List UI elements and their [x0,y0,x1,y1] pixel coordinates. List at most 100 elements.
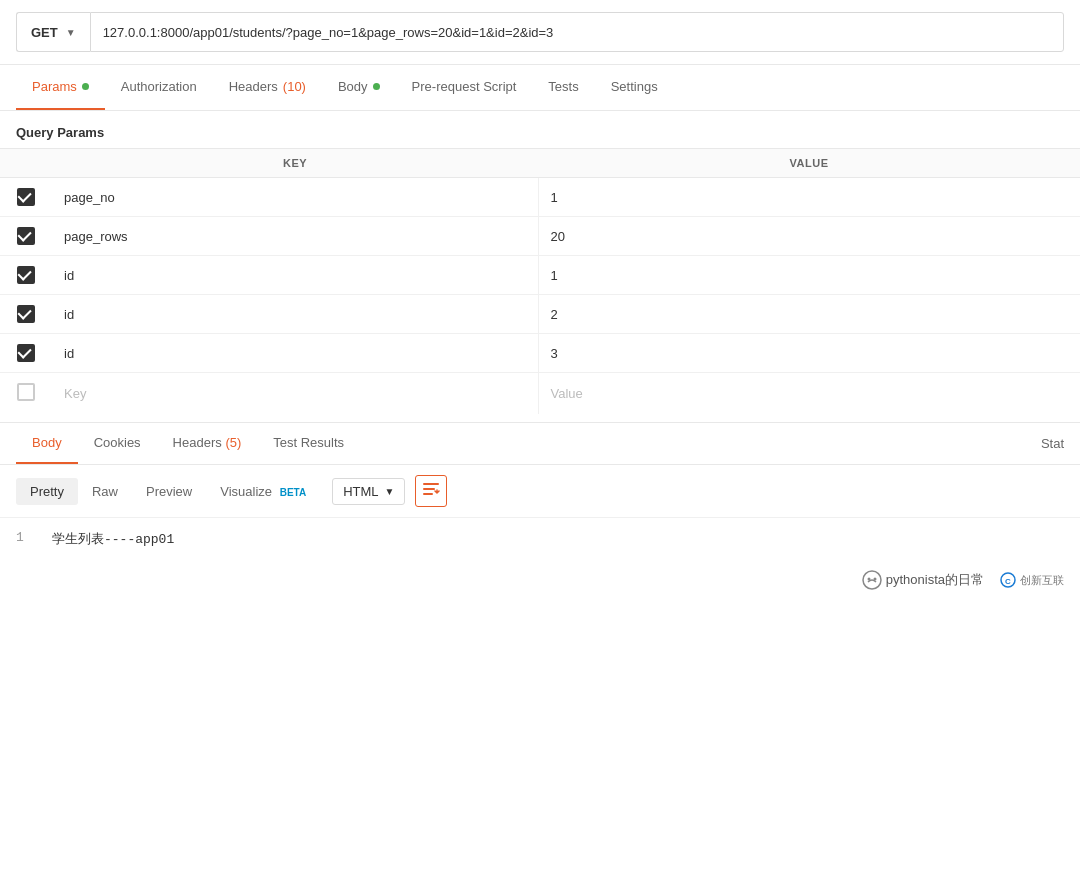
row-checkbox-cell[interactable] [0,217,52,256]
svg-point-4 [867,578,870,581]
table-row: page_rows 20 [0,217,1080,256]
row-value-cell[interactable]: 2 [538,295,1080,334]
method-label: GET [31,25,58,40]
tab-body[interactable]: Body [322,65,396,110]
watermark-logo-label: 创新互联 [1020,573,1064,588]
tab-authorization-label: Authorization [121,79,197,94]
tab-authorization[interactable]: Authorization [105,65,213,110]
watermark-chuangxin: C 创新互联 [1000,572,1064,588]
request-tabs-bar: Params Authorization Headers (10) Body P… [0,65,1080,111]
row-checkbox-cell[interactable] [0,178,52,217]
response-tab-body-label: Body [32,435,62,450]
format-preview-btn[interactable]: Preview [132,478,206,505]
row-key-cell[interactable]: id [52,334,538,373]
svg-text:C: C [1005,577,1011,586]
format-visualize-label: Visualize [220,484,272,499]
value-col-header: VALUE [538,149,1080,178]
watermark-pythonista: pythonista的日常 [862,570,984,590]
row-checkbox[interactable] [17,227,35,245]
tab-pre-request-script[interactable]: Pre-request Script [396,65,533,110]
tab-tests-label: Tests [548,79,578,94]
row-key-cell[interactable]: page_rows [52,217,538,256]
tab-tests[interactable]: Tests [532,65,594,110]
svg-rect-2 [423,493,433,495]
row-checkbox[interactable] [17,266,35,284]
response-tab-test-results-label: Test Results [273,435,344,450]
tab-body-label: Body [338,79,368,94]
table-row: page_no 1 [0,178,1080,217]
tab-headers[interactable]: Headers (10) [213,65,322,110]
row-checkbox[interactable] [17,344,35,362]
response-stat-label: Stat [1041,436,1064,451]
row-checkbox[interactable] [17,305,35,323]
visualize-beta-badge: BETA [280,487,306,498]
tab-headers-label: Headers [229,79,278,94]
format-pretty-btn[interactable]: Pretty [16,478,78,505]
code-line-1: 1 学生列表----app01 [16,530,1064,548]
tab-params[interactable]: Params [16,65,105,110]
line-number-1: 1 [16,530,32,548]
url-input[interactable] [90,12,1064,52]
params-table-header-row: KEY VALUE [0,149,1080,178]
svg-rect-1 [423,488,435,490]
wrap-lines-button[interactable] [415,475,447,507]
method-chevron-icon: ▼ [66,27,76,38]
empty-checkbox-cell [0,373,52,415]
svg-rect-0 [423,483,439,485]
query-params-header: Query Params [0,111,1080,148]
table-row-empty: Key Value [0,373,1080,415]
watermark-logo-icon: C [1000,572,1016,588]
response-tab-cookies-label: Cookies [94,435,141,450]
response-tab-body[interactable]: Body [16,423,78,464]
response-stat: Stat [1041,424,1064,463]
format-raw-btn[interactable]: Raw [78,478,132,505]
response-tab-cookies[interactable]: Cookies [78,423,157,464]
empty-value-cell[interactable]: Value [538,373,1080,415]
response-headers-badge: (5) [225,435,241,450]
row-value-cell[interactable]: 1 [538,178,1080,217]
format-raw-label: Raw [92,484,118,499]
body-type-chevron-icon: ▼ [385,486,395,497]
watermark-circle-icon [862,570,882,590]
code-area: 1 学生列表----app01 [0,518,1080,560]
watermark-area: pythonista的日常 C 创新互联 [0,560,1080,596]
tab-settings-label: Settings [611,79,658,94]
empty-checkbox[interactable] [17,383,35,401]
body-viewer-toolbar: Pretty Raw Preview Visualize BETA HTML ▼ [0,465,1080,518]
query-params-title: Query Params [16,125,104,140]
params-table: KEY VALUE page_no 1 page_rows 20 id 1 [0,148,1080,414]
row-value-cell[interactable]: 3 [538,334,1080,373]
watermark-text-label: pythonista的日常 [886,571,984,589]
row-value-cell[interactable]: 20 [538,217,1080,256]
tab-pre-request-label: Pre-request Script [412,79,517,94]
table-row: id 1 [0,256,1080,295]
params-dot-icon [82,83,89,90]
headers-badge: (10) [283,79,306,94]
row-value-cell[interactable]: 1 [538,256,1080,295]
row-checkbox[interactable] [17,188,35,206]
line-content-1: 学生列表----app01 [52,530,174,548]
table-row: id 2 [0,295,1080,334]
url-bar: GET ▼ [0,0,1080,65]
row-checkbox-cell[interactable] [0,334,52,373]
empty-key-cell[interactable]: Key [52,373,538,415]
row-key-cell[interactable]: id [52,256,538,295]
checkbox-col-header [0,149,52,178]
body-type-label: HTML [343,484,378,499]
tab-settings[interactable]: Settings [595,65,674,110]
response-tab-test-results[interactable]: Test Results [257,423,360,464]
row-checkbox-cell[interactable] [0,256,52,295]
format-visualize-btn[interactable]: Visualize BETA [206,478,320,505]
svg-point-5 [873,578,876,581]
response-tab-headers[interactable]: Headers (5) [157,423,258,464]
format-pretty-label: Pretty [30,484,64,499]
row-key-cell[interactable]: page_no [52,178,538,217]
method-select[interactable]: GET ▼ [16,12,90,52]
body-type-select[interactable]: HTML ▼ [332,478,405,505]
table-row: id 3 [0,334,1080,373]
tab-params-label: Params [32,79,77,94]
format-preview-label: Preview [146,484,192,499]
row-key-cell[interactable]: id [52,295,538,334]
row-checkbox-cell[interactable] [0,295,52,334]
body-dot-icon [373,83,380,90]
